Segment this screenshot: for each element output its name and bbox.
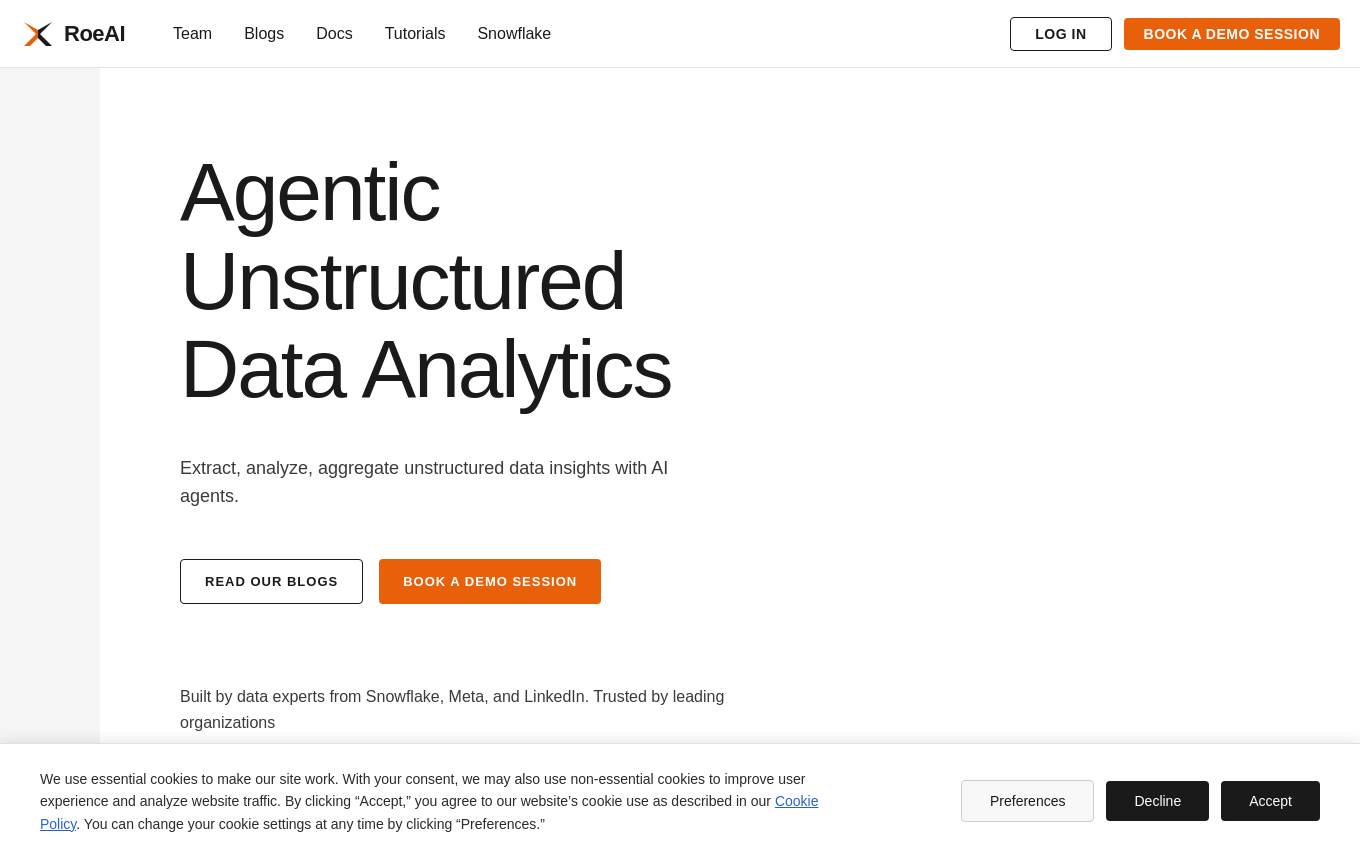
nav-item-blogs[interactable]: Blogs — [244, 25, 284, 43]
book-demo-header-button[interactable]: BOOK A DEMO SESSION — [1124, 18, 1340, 50]
preferences-button[interactable]: Preferences — [961, 780, 1094, 822]
sidebar — [0, 68, 100, 859]
hero-heading: Agentic Unstructured Data Analytics — [180, 148, 880, 414]
cookie-text-before-link: We use essential cookies to make our sit… — [40, 771, 805, 809]
cookie-text: We use essential cookies to make our sit… — [40, 768, 820, 835]
hero-heading-line1: Agentic — [180, 146, 440, 237]
hero-subtitle: Extract, analyze, aggregate unstructured… — [180, 454, 700, 512]
decline-button[interactable]: Decline — [1106, 781, 1209, 821]
nav-item-team[interactable]: Team — [173, 25, 212, 43]
hero-heading-line3: Data Analytics — [180, 323, 672, 414]
book-demo-hero-button[interactable]: BOOK A DEMO SESSION — [379, 559, 601, 604]
header: RoeAI Team Blogs Docs Tutorials Snowflak… — [0, 0, 1360, 68]
logo-icon — [20, 16, 56, 52]
cookie-text-end: .” — [536, 816, 545, 832]
login-button[interactable]: LOG IN — [1010, 17, 1111, 51]
trusted-text: Built by data experts from Snowflake, Me… — [180, 684, 780, 735]
main-content: Agentic Unstructured Data Analytics Extr… — [100, 68, 1360, 859]
read-blogs-button[interactable]: READ OUR BLOGS — [180, 559, 363, 604]
nav-item-snowflake[interactable]: Snowflake — [477, 25, 551, 43]
cookie-actions: Preferences Decline Accept — [961, 780, 1320, 822]
logo-text: RoeAI — [64, 21, 125, 47]
logo[interactable]: RoeAI — [20, 16, 125, 52]
nav-item-docs[interactable]: Docs — [316, 25, 352, 43]
cookie-preferences-inline: Preferences — [461, 816, 536, 832]
cookie-banner: We use essential cookies to make our sit… — [0, 743, 1360, 859]
main-nav: Team Blogs Docs Tutorials Snowflake — [173, 25, 1010, 43]
nav-item-tutorials[interactable]: Tutorials — [385, 25, 446, 43]
page-wrapper: Agentic Unstructured Data Analytics Extr… — [0, 0, 1360, 859]
header-actions: LOG IN BOOK A DEMO SESSION — [1010, 17, 1340, 51]
cookie-text-after-link: . You can change your cookie settings at… — [76, 816, 460, 832]
hero-buttons: READ OUR BLOGS BOOK A DEMO SESSION — [180, 559, 1280, 604]
accept-button[interactable]: Accept — [1221, 781, 1320, 821]
hero-heading-line2: Unstructured — [180, 235, 625, 326]
